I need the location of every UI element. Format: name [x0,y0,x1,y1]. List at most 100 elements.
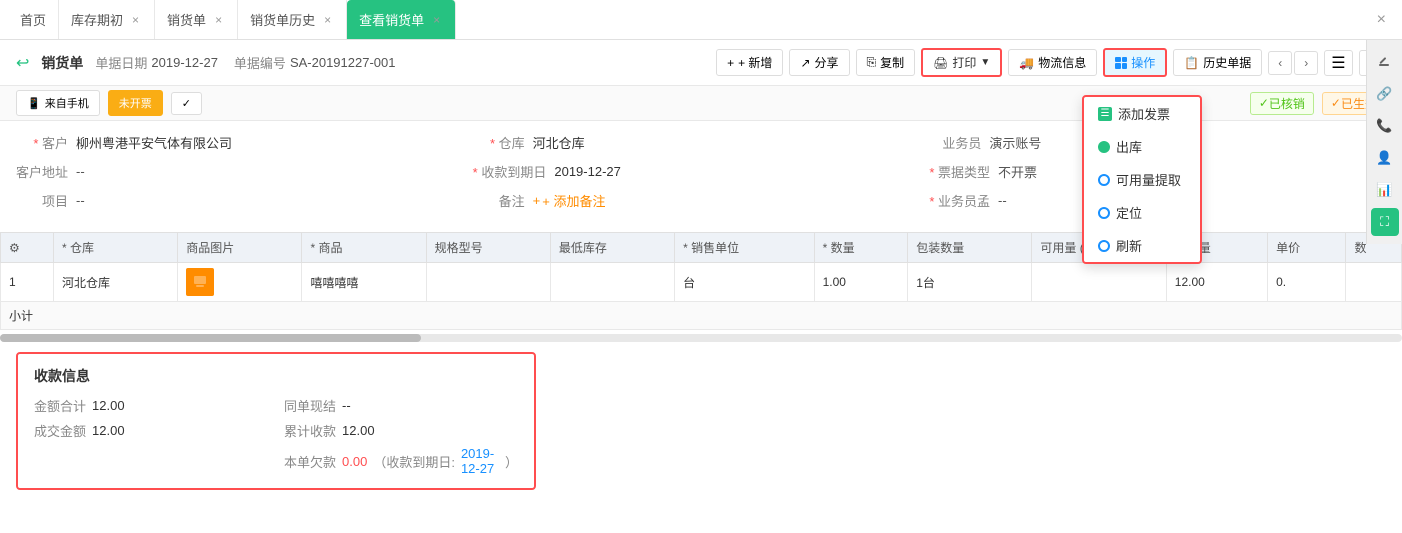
sidebar-link-icon[interactable]: 🔗 [1371,80,1399,108]
address-value: -- [76,164,85,179]
from-phone-button[interactable]: 📱 来自手机 [16,90,100,116]
row-amount [1346,263,1402,302]
history-label: 历史单据 [1203,54,1251,71]
grid-view-button[interactable]: ☰ [1324,50,1352,76]
next-page-button[interactable]: › [1294,51,1318,75]
dropdown-add-invoice[interactable]: ☰ 添加发票 [1084,97,1200,130]
col-min-stock: 最低库存 [550,233,674,263]
operation-button[interactable]: 操作 [1103,48,1167,77]
row-spec [426,263,550,302]
phone-small-icon: 📱 [27,97,41,110]
tab-home[interactable]: 首页 [8,0,59,39]
col-settings[interactable]: ⚙ [1,233,54,263]
doc-no-label: 单据编号 [234,53,286,72]
tab-history-close[interactable]: × [321,12,334,28]
payment-due-date: 2019-12-27 [461,446,499,476]
available-qty-icon [1098,174,1110,186]
tab-sales-history[interactable]: 销货单历史 × [238,0,347,39]
tab-inventory-init[interactable]: 库存期初 × [59,0,155,39]
due-date-value: 2019-12-27 [554,164,621,179]
doc-date-item: 单据日期 2019-12-27 [95,53,218,72]
payment-same-order-label: 同单现结 [284,396,336,415]
sold-badge[interactable]: ✓ 已核销 [1250,92,1314,115]
history-icon: 📋 [1184,56,1199,70]
print-button[interactable]: 🖨 打印 ▼ [921,48,1002,77]
table-scrollbar-thumb[interactable] [0,334,421,342]
warehouse-field: 仓库 河北仓库 [473,133,914,152]
add-button[interactable]: + + 新增 [716,49,783,76]
tab-sales-close[interactable]: × [212,12,225,28]
sidebar-user-icon[interactable]: 👤 [1371,144,1399,172]
sidebar-table-icon[interactable]: 📊 [1371,176,1399,204]
row-min-stock [550,263,674,302]
logistics-button[interactable]: 🚚 物流信息 [1008,49,1097,76]
dropdown-locate[interactable]: 定位 [1084,196,1200,229]
payment-transaction-item: 成交金额 12.00 [34,421,268,440]
col-pack-qty: 包装数量 [908,233,1032,263]
prev-page-button[interactable]: ‹ [1268,51,1292,75]
doc-date-value: 2019-12-27 [151,55,218,70]
dropdown-available-qty[interactable]: 可用量提取 [1084,163,1200,196]
share-button[interactable]: ↗ 分享 [789,49,849,76]
locate-label: 定位 [1116,203,1142,222]
salesperson-label: 业务员孟 [929,191,998,210]
ticket-type-label: 票据类型 [929,162,998,181]
row-unit: 台 [675,263,815,302]
row-current-stock: 12.00 [1166,263,1267,302]
payment-title: 收款信息 [34,366,518,386]
dropdown-refresh[interactable]: 刷新 [1084,229,1200,262]
effect-check-icon: ✓ [1331,96,1341,110]
payment-grid: 金额合计 12.00 同单现结 -- 成交金额 12.00 累计收款 12.00 [34,396,518,476]
table-scrollbar[interactable] [0,334,1402,342]
payment-due-note: （收款到期日: [373,452,455,471]
check-button[interactable]: ✓ [171,92,202,115]
plus-note-icon: + [533,193,541,208]
add-label: + 新增 [738,54,772,71]
history-button[interactable]: 📋 历史单据 [1173,49,1262,76]
subtotal-row: 小计 [1,302,1402,330]
tab-history-label: 销货单历史 [250,10,315,29]
tab-sales-order[interactable]: 销货单 × [155,0,238,39]
not-opened-button[interactable]: 未开票 [108,90,163,116]
project-label: 项目 [16,191,76,210]
tab-view-sales-label: 查看销货单 [359,10,424,29]
add-note-button[interactable]: + + 添加备注 [533,191,606,210]
col-qty: * 数量 [814,233,908,263]
col-spec: 规格型号 [426,233,550,263]
address-label: 客户地址 [16,162,76,181]
not-opened-label: 未开票 [119,95,152,111]
tab-bar-close[interactable]: × [1369,7,1394,33]
payment-same-order-value: -- [342,398,351,413]
doc-title-area: ↩ 销货单 单据日期 2019-12-27 单据编号 SA-20191227-0… [16,53,395,73]
payment-accumulated-item: 累计收款 12.00 [284,421,518,440]
doc-date-label: 单据日期 [95,53,147,72]
row-warehouse: 河北仓库 [54,263,178,302]
sidebar-edit-icon[interactable] [1371,48,1399,76]
sidebar-expand-icon[interactable]: ⛶ [1371,208,1399,236]
copy-button[interactable]: ⎘ 复制 [856,49,916,76]
tab-view-sales[interactable]: 查看销货单 × [347,0,456,39]
col-warehouse: * 仓库 [54,233,178,263]
payment-due-note-end: ） [505,452,518,471]
edit-icon-svg [1377,54,1393,70]
col-product: * 商品 [302,233,426,263]
tab-view-sales-close[interactable]: × [430,12,443,28]
doc-no-item: 单据编号 SA-20191227-001 [234,53,396,72]
payment-total-label: 金额合计 [34,396,86,415]
tab-inventory-close[interactable]: × [129,12,142,28]
sidebar-phone-icon[interactable]: 📞 [1371,112,1399,140]
check-circle-icon: ✓ [1259,96,1269,110]
dropdown-outbound[interactable]: 出库 [1084,130,1200,163]
doc-type: 销货单 [41,53,83,73]
project-value: -- [76,193,85,208]
available-qty-label: 可用量提取 [1116,170,1181,189]
salesperson-value: -- [998,193,1007,208]
payment-due-inner: 本单欠款 0.00 （收款到期日: 2019-12-27 ） [284,446,518,476]
payment-accumulated-label: 累计收款 [284,421,336,440]
refresh-label: 刷新 [1116,236,1142,255]
payment-box: 收款信息 金额合计 12.00 同单现结 -- 成交金额 12.00 累计收款 … [16,352,536,490]
payment-due-label: 本单欠款 [284,452,336,471]
note-label: 备注 [473,191,533,210]
print-dropdown-icon: ▼ [980,57,990,68]
right-sidebar: 🔗 📞 👤 📊 ⛶ [1366,40,1402,244]
